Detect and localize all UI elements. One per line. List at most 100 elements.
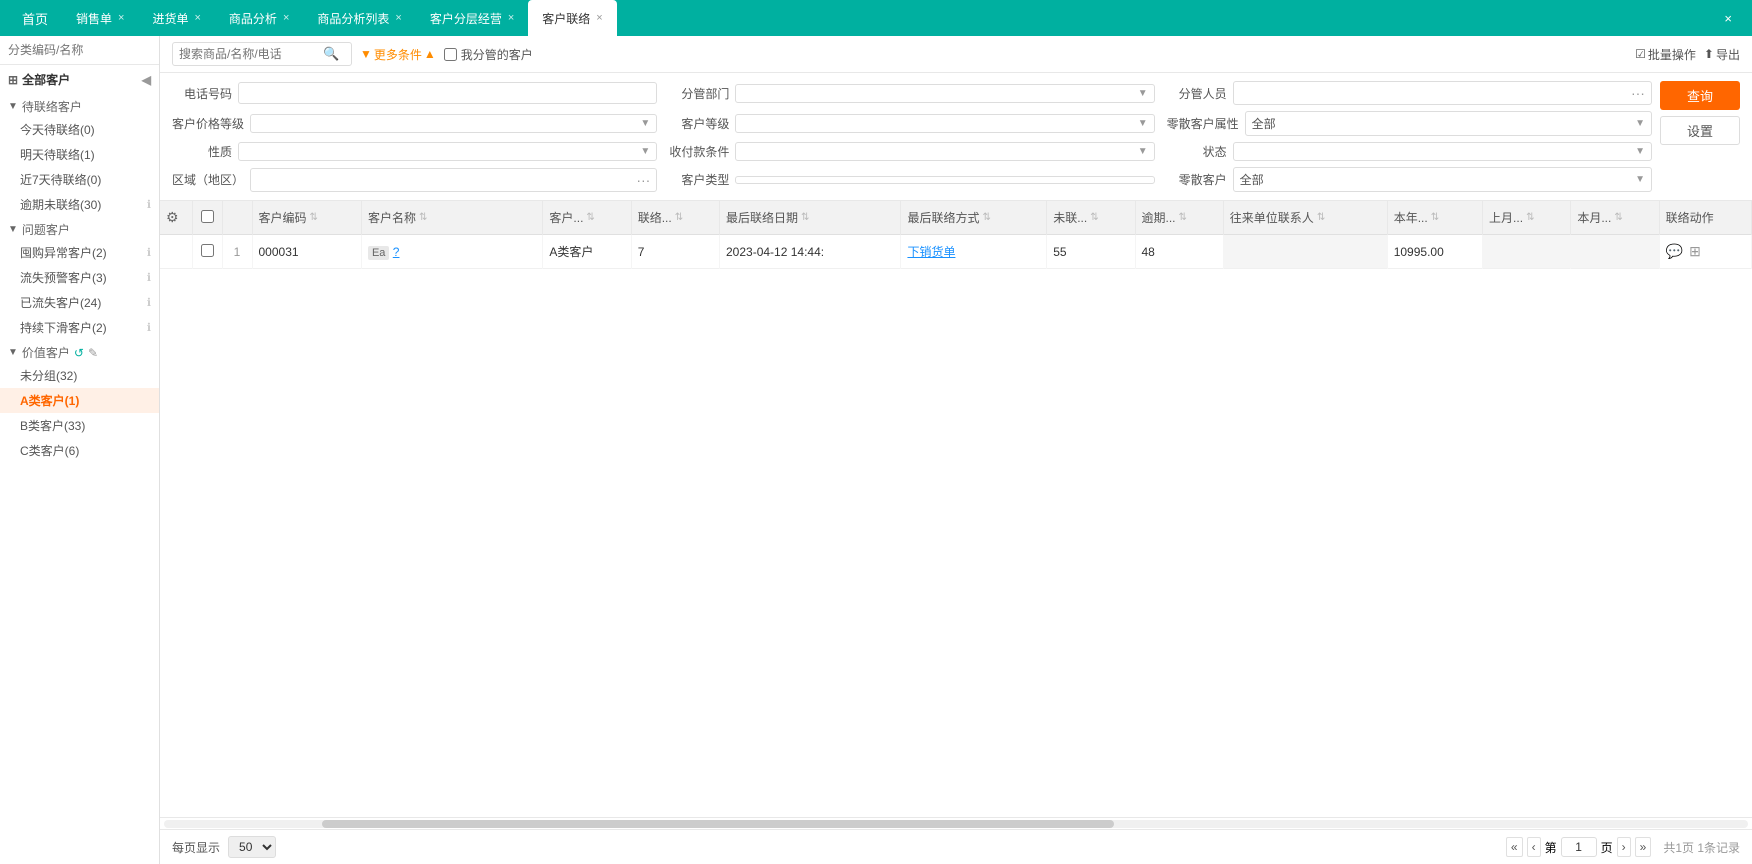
tab-customer-segmentation[interactable]: 客户分层经营 × xyxy=(416,0,528,36)
tab-customer-contact[interactable]: 客户联络 × xyxy=(528,0,616,36)
sidebar-item-hoarding[interactable]: 囤购异常客户(2) ℹ xyxy=(0,240,159,265)
refresh-icon[interactable]: ↺ xyxy=(74,346,84,360)
page-number-input[interactable] xyxy=(1561,837,1597,857)
close-contact-tab[interactable]: × xyxy=(596,12,602,24)
close-product-analysis-tab[interactable]: × xyxy=(283,12,289,24)
chat-icon[interactable]: 💬 xyxy=(1666,243,1683,260)
row-name-text[interactable]: ? xyxy=(393,245,400,259)
th-last-month[interactable]: 上月...⇅ xyxy=(1483,201,1571,235)
per-page-select[interactable]: 50 xyxy=(228,836,276,858)
th-code[interactable]: 客户编码⇅ xyxy=(252,201,361,235)
th-this-year[interactable]: 本年...⇅ xyxy=(1387,201,1482,235)
nature-select[interactable]: ▼ xyxy=(238,142,657,161)
content-area: 🔍 ▼ 更多条件 ▲ 我分管的客户 ☑ 批量操作 ⬆ 导出 xyxy=(160,36,1752,864)
close-sales-tab[interactable]: × xyxy=(118,12,124,24)
th-this-month[interactable]: 本月...⇅ xyxy=(1571,201,1659,235)
th-unit-contact[interactable]: 往来单位联系人⇅ xyxy=(1223,201,1387,235)
close-product-list-tab[interactable]: × xyxy=(395,12,401,24)
sidebar-item-class-c[interactable]: C类客户(6) xyxy=(0,438,159,463)
region-dots[interactable]: ··· xyxy=(636,172,650,188)
payment-arrow: ▼ xyxy=(1138,146,1148,157)
sidebar-item-7days-pending[interactable]: 近7天待联络(0) xyxy=(0,167,159,192)
sidebar-item-unclassified[interactable]: 未分组(32) xyxy=(0,363,159,388)
price-level-select[interactable]: ▼ xyxy=(250,114,657,133)
filter-cell-price-level: 客户价格等级 ▼ xyxy=(172,114,669,133)
th-settings[interactable]: ⚙ xyxy=(160,201,192,235)
status-select[interactable]: ▼ xyxy=(1233,142,1652,161)
manager-dots[interactable]: ··· xyxy=(1631,85,1645,101)
phone-label: 电话号码 xyxy=(172,85,232,102)
customer-table: ⚙ 客户编码⇅ 客户名称⇅ 客户...⇅ xyxy=(160,201,1752,269)
sidebar-search-input[interactable] xyxy=(8,43,160,57)
window-close-button[interactable]: × xyxy=(1724,11,1744,26)
first-page-button[interactable]: « xyxy=(1506,837,1523,857)
sort-icon-6: ⇅ xyxy=(982,212,990,223)
sidebar-item-class-a[interactable]: A类客户(1) xyxy=(0,388,159,413)
tab-purchase-order[interactable]: 进货单 × xyxy=(138,0,214,36)
sidebar-item-tomorrow-pending[interactable]: 明天待联络(1) xyxy=(0,142,159,167)
home-tab[interactable]: 首页 xyxy=(8,0,62,36)
th-last-date[interactable]: 最后联络日期⇅ xyxy=(720,201,901,235)
manager-select[interactable]: ··· xyxy=(1233,81,1652,105)
th-contact[interactable]: 联络...⇅ xyxy=(631,201,719,235)
select-all-checkbox[interactable] xyxy=(201,210,214,223)
row-last-method[interactable]: 下销货单 xyxy=(901,235,1047,269)
query-button[interactable]: 查询 xyxy=(1660,81,1740,110)
dept-select[interactable]: ▼ xyxy=(735,84,1154,103)
horizontal-scrollbar[interactable] xyxy=(160,817,1752,829)
phone-input[interactable] xyxy=(238,82,657,104)
th-last-method[interactable]: 最后联络方式⇅ xyxy=(901,201,1047,235)
retail-customer-arrow: ▼ xyxy=(1635,174,1645,185)
more-conditions-button[interactable]: ▼ 更多条件 ▲ xyxy=(360,46,436,63)
th-action: 联络动作 xyxy=(1659,201,1751,235)
my-customers-check[interactable] xyxy=(444,48,457,61)
qr-icon[interactable]: ⊞ xyxy=(1689,243,1701,260)
table-footer: 每页显示 50 « ‹ 第 页 › » 共1页 1条记录 xyxy=(160,829,1752,864)
tab-sales-order[interactable]: 销售单 × xyxy=(62,0,138,36)
all-customers-header[interactable]: ⊞ 全部客户 ◀ xyxy=(0,65,159,94)
th-name[interactable]: 客户名称⇅ xyxy=(361,201,542,235)
gear-icon[interactable]: ⚙ xyxy=(166,209,179,225)
next-page-button[interactable]: › xyxy=(1617,837,1631,857)
sidebar-item-churn-warning[interactable]: 流失预警客户(3) ℹ xyxy=(0,265,159,290)
sidebar-item-class-b[interactable]: B类客户(33) xyxy=(0,413,159,438)
customer-type-select[interactable] xyxy=(735,176,1154,184)
sidebar-collapse-button[interactable]: ◀ xyxy=(142,73,151,87)
th-overdue[interactable]: 逾期...⇅ xyxy=(1135,201,1223,235)
edit-icon[interactable]: ✎ xyxy=(88,346,98,360)
bulk-operations-button[interactable]: ☑ 批量操作 xyxy=(1635,46,1696,63)
sidebar-item-churned[interactable]: 已流失客户(24) ℹ xyxy=(0,290,159,315)
tab-product-analysis-list[interactable]: 商品分析列表 × xyxy=(303,0,415,36)
customer-level-select[interactable]: ▼ xyxy=(735,114,1154,133)
my-customers-checkbox[interactable]: 我分管的客户 xyxy=(444,46,533,63)
sidebar-item-today-pending[interactable]: 今天待联络(0) xyxy=(0,117,159,142)
region-select[interactable]: ··· xyxy=(250,168,657,192)
settings-button[interactable]: 设置 xyxy=(1660,116,1740,145)
row-checkbox[interactable] xyxy=(201,244,214,257)
payment-select[interactable]: ▼ xyxy=(735,142,1154,161)
row-checkbox-cell[interactable] xyxy=(192,235,222,269)
th-customer-type[interactable]: 客户...⇅ xyxy=(543,201,631,235)
payment-label: 收付款条件 xyxy=(669,143,729,160)
main-search-input[interactable] xyxy=(179,47,319,61)
th-not-contacted[interactable]: 未联...⇅ xyxy=(1047,201,1135,235)
scrollbar-thumb[interactable] xyxy=(322,820,1114,828)
close-segmentation-tab[interactable]: × xyxy=(508,12,514,24)
main-search-icon[interactable]: 🔍 xyxy=(323,46,339,62)
retail-attr-select[interactable]: 全部 ▼ xyxy=(1245,111,1652,136)
sidebar-group-value[interactable]: ▼ 价值客户 ↺ ✎ xyxy=(0,340,159,363)
prev-page-button[interactable]: ‹ xyxy=(1527,837,1541,857)
tab-product-analysis[interactable]: 商品分析 × xyxy=(215,0,303,36)
export-button[interactable]: ⬆ 导出 xyxy=(1704,46,1740,63)
sidebar-group-pending[interactable]: ▼ 待联络客户 xyxy=(0,94,159,117)
sidebar-item-overdue-contact[interactable]: 逾期未联络(30) ℹ xyxy=(0,192,159,217)
close-purchase-tab[interactable]: × xyxy=(194,12,200,24)
scrollbar-track[interactable] xyxy=(164,820,1748,828)
sidebar-group-problem[interactable]: ▼ 问题客户 xyxy=(0,217,159,240)
th-checkbox[interactable] xyxy=(192,201,222,235)
action-icons-group: 💬 ⊞ xyxy=(1666,243,1745,260)
sidebar-item-declining[interactable]: 持续下滑客户(2) ℹ xyxy=(0,315,159,340)
retail-attr-arrow: ▼ xyxy=(1635,118,1645,129)
last-page-button[interactable]: » xyxy=(1635,837,1652,857)
retail-customer-select[interactable]: 全部 ▼ xyxy=(1233,167,1652,192)
